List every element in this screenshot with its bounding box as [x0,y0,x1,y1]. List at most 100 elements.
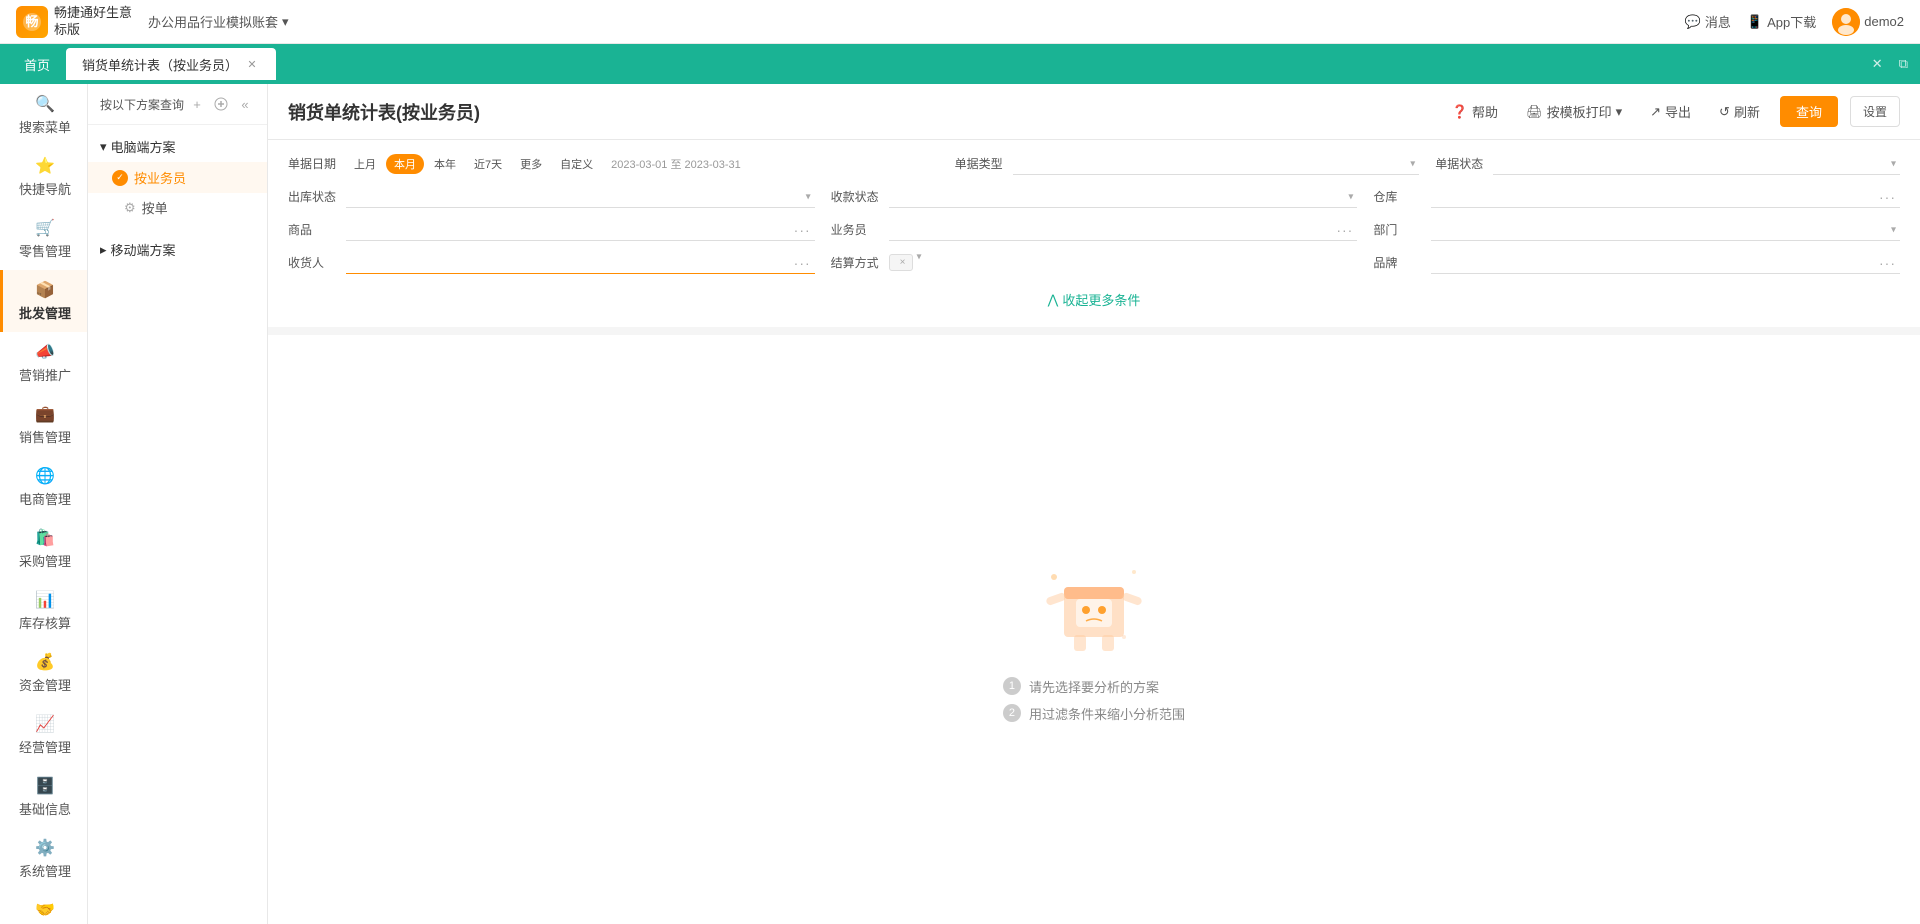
warehouse-input[interactable] [1431,185,1900,208]
active-scheme-dot: ✓ [112,170,128,186]
marketing-icon: 📣 [35,342,55,362]
bill-type-input[interactable] [1013,152,1420,175]
filter-row-3: 商品 ··· 业务员 ··· 部门 [288,218,1900,241]
more-tab[interactable]: 更多 [512,154,550,174]
sidebar-item-retail[interactable]: 🛒 零售管理 [0,208,87,270]
last-month-tab[interactable]: 上月 [346,154,384,174]
tab-sales-report[interactable]: 销货单统计表（按业务员） ✕ [66,48,276,80]
consignee-label: 收货人 [288,254,338,271]
warehouse-control: ··· [1431,185,1900,208]
salesperson-control: ··· [889,218,1358,241]
filter-out-status: 出库状态 ▾ [288,185,815,208]
date-filter-control: 上月 本月 本年 近7天 更多 自定义 2023-03-01 至 2023-03… [346,154,741,174]
filter-settlement: 结算方式 × ▾ [831,254,1358,271]
edit-scheme-btn[interactable] [211,94,231,114]
sidebar-item-wholesale[interactable]: 📦 批发管理 [0,270,87,332]
desktop-scheme-section: ▾ 电脑端方案 ✓ 按业务员 ⚙ 按单 [88,125,267,228]
sidebar-item-system[interactable]: ⚙️ 系统管理 [0,828,87,890]
collapse-scheme-btn[interactable]: « [235,94,255,114]
app-download-btn[interactable]: 📱 App下载 [1747,12,1816,31]
wholesale-icon: 📦 [35,280,55,300]
brand-input[interactable] [1431,251,1900,274]
purchase-icon: 🛍️ [35,528,55,548]
sidebar-item-sales[interactable]: 💼 销售管理 [0,394,87,456]
dept-control: ▾ [1431,218,1900,241]
filter-consignee: 收货人 ··· [288,251,815,274]
sidebar-item-operation[interactable]: 📈 经营管理 [0,704,87,766]
receipt-status-label: 收款状态 [831,188,881,205]
submenu-icon: ⚙ [124,200,136,216]
custom-tab[interactable]: 自定义 [552,154,601,174]
settlement-arrow-icon: ▾ [917,252,922,263]
page-actions: ❓ 帮助 🖨 按模板打印 ▾ ↗ 导出 ↺ 刷新 [1444,96,1900,127]
add-scheme-btn[interactable]: + [187,94,207,114]
sidebar-item-quick-nav[interactable]: ⭐ 快捷导航 [0,146,87,208]
collapse-up-icon: ⋀ [1048,292,1059,308]
warehouse-label: 仓库 [1373,188,1423,205]
consignee-input[interactable] [346,251,815,274]
filter-dept: 部门 ▾ [1373,218,1900,241]
receipt-status-input[interactable] [889,185,1358,208]
this-year-tab[interactable]: 本年 [426,154,464,174]
settlement-label: 结算方式 [831,254,881,271]
export-btn[interactable]: ↗ 导出 [1642,98,1699,125]
filter-brand: 品牌 ··· [1373,251,1900,274]
sales-report-tab-label: 销货单统计表（按业务员） [82,55,238,74]
query-btn[interactable]: 查询 [1780,96,1838,127]
out-status-input[interactable] [346,185,815,208]
tab-maximize-btn[interactable]: ⧉ [1895,52,1912,76]
settlement-tag-close-btn[interactable]: × [900,257,906,268]
empty-tip-2: 2 用过滤条件来缩小分析范围 [1003,704,1185,723]
this-month-tab[interactable]: 本月 [386,154,424,174]
refresh-btn[interactable]: ↺ 刷新 [1711,98,1768,125]
message-btn[interactable]: 💬 消息 [1685,12,1731,31]
goods-label: 商品 [288,221,338,238]
mobile-scheme-title[interactable]: ▸ 移动端方案 [88,234,267,265]
logo-icon: 畅 [16,6,48,38]
print-btn[interactable]: 🖨 按模板打印 ▾ [1518,98,1630,125]
filter-date: 单据日期 上月 本月 本年 近7天 更多 自定义 2023-03-01 至 20… [288,154,939,174]
sidebar-item-purchase[interactable]: 🛍️ 采购管理 [0,518,87,580]
sidebar-item-finance[interactable]: 💰 资金管理 [0,642,87,704]
sidebar-item-marketing[interactable]: 📣 营销推广 [0,332,87,394]
salesperson-label: 业务员 [831,221,881,238]
last-7-tab[interactable]: 近7天 [466,154,510,174]
refresh-icon: ↺ [1719,104,1730,120]
salesperson-input[interactable] [889,218,1358,241]
page-header: 销货单统计表(按业务员) ❓ 帮助 🖨 按模板打印 ▾ ↗ 导出 [268,84,1920,140]
tab-close-btn[interactable]: ✕ [244,56,260,72]
by-salesperson-scheme[interactable]: ✓ 按业务员 [88,162,267,193]
dept-input[interactable] [1431,218,1900,241]
sidebar-item-basic[interactable]: 🗄️ 基础信息 [0,766,87,828]
goods-input[interactable] [346,218,815,241]
date-range-text: 2023-03-01 至 2023-03-31 [611,156,741,172]
help-btn[interactable]: ❓ 帮助 [1444,98,1506,125]
filter-receipt-status: 收款状态 ▾ [831,185,1358,208]
sidebar-item-search[interactable]: 🔍 搜索菜单 [0,84,87,146]
sidebar-item-ecommerce[interactable]: 🌐 电商管理 [0,456,87,518]
account-dropdown[interactable]: 办公用品行业模拟账套 ▾ [140,8,297,35]
by-bill-scheme[interactable]: ⚙ 按单 [88,193,267,222]
tab-home[interactable]: 首页 [8,48,66,80]
content-area: 按以下方案查询 + « ▾ 电脑端方 [88,84,1920,924]
filter-salesperson: 业务员 ··· [831,218,1358,241]
sidebar-item-enterprise[interactable]: 🤝 企业协同 [0,890,87,924]
desktop-scheme-title[interactable]: ▾ 电脑端方案 [88,131,267,162]
operation-icon: 📈 [35,714,55,734]
settlement-tag: × [889,254,913,271]
tab-bar: 首页 销货单统计表（按业务员） ✕ ✕ ⧉ [0,44,1920,84]
sidebar-item-inventory[interactable]: 📊 库存核算 [0,580,87,642]
bill-type-control: ▾ [1013,152,1420,175]
bill-status-label: 单据状态 [1435,155,1485,172]
tab-close-window-btn[interactable]: ✕ [1868,52,1887,76]
export-icon: ↗ [1650,104,1661,120]
app-icon: 📱 [1747,14,1763,30]
collapse-filter-btn[interactable]: ⋀ 收起更多条件 [288,284,1900,315]
filter-bill-type: 单据类型 ▾ [955,152,1420,175]
user-avatar-btn[interactable]: demo2 [1832,8,1904,36]
out-status-label: 出库状态 [288,188,338,205]
bill-status-input[interactable] [1493,152,1900,175]
system-icon: ⚙️ [35,838,55,858]
brand-label: 品牌 [1373,254,1423,271]
settings-btn[interactable]: 设置 [1850,96,1900,127]
